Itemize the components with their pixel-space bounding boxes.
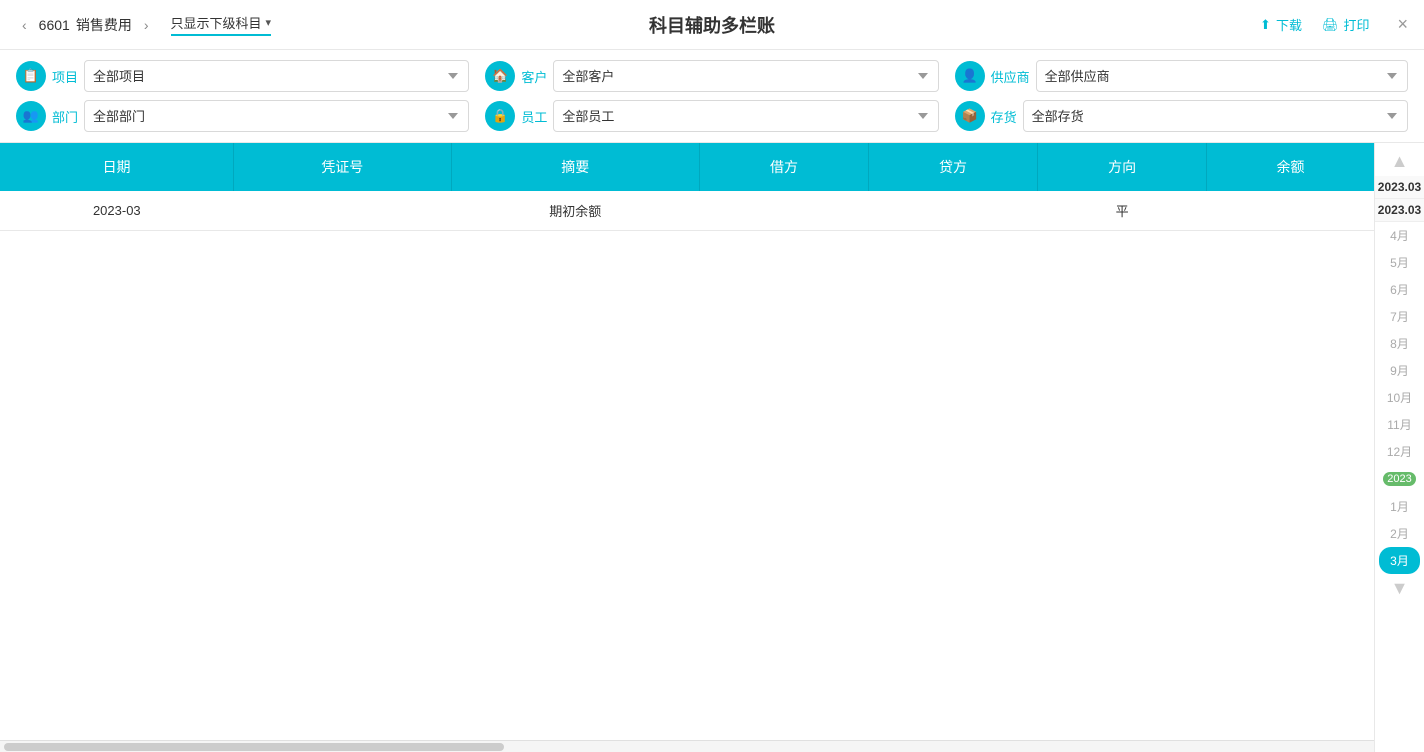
year-label: 2023 [1383,472,1415,486]
th-summary: 摘要 [451,143,699,191]
sidebar-month-8[interactable]: 8月 [1375,330,1424,357]
filter-item-supplier: 👤 供应商 全部供应商 [955,60,1408,92]
sidebar-period-2023-03-top[interactable]: 2023.03 [1375,176,1424,199]
scrollbar-thumb[interactable] [4,743,504,751]
employee-select[interactable]: 全部员工 [553,100,938,132]
sidebar-month-7[interactable]: 7月 [1375,303,1424,330]
customer-select[interactable]: 全部客户 [553,60,938,92]
account-name: 销售费用 [76,15,132,35]
th-credit: 贷方 [869,143,1038,191]
filter-item-inventory: 📦 存货 全部存货 [955,100,1408,132]
project-icon: 📋 [16,61,46,91]
cell-date: 2023-03 [0,191,234,231]
th-direction: 方向 [1038,143,1207,191]
sidebar-month-5[interactable]: 5月 [1375,249,1424,276]
inventory-icon: 📦 [955,101,985,131]
close-button[interactable]: × [1397,14,1408,35]
page-title: 科目辅助多栏账 [649,12,775,38]
sidebar-month-6[interactable]: 6月 [1375,276,1424,303]
data-table: 日期 凭证号 摘要 借方 贷方 方向 余额 2023-03 [0,143,1374,231]
sidebar-month-1[interactable]: 1月 [1375,493,1424,520]
supplier-label: 供应商 [991,67,1030,86]
cell-balance [1207,191,1374,231]
supplier-icon: 👤 [955,61,985,91]
filter-item-customer: 🏠 客户 全部客户 [485,60,938,92]
th-date: 日期 [0,143,234,191]
project-label: 项目 [52,67,78,86]
filter-item-project: 📋 项目 全部项目 [16,60,469,92]
employee-icon: 🔒 [485,101,515,131]
department-label: 部门 [52,107,78,126]
download-icon: ⬆ [1260,17,1271,33]
inventory-select[interactable]: 全部存货 [1023,100,1408,132]
nav-prev-button[interactable]: ‹ [16,15,33,35]
print-icon: 🖨 [1322,17,1339,33]
sidebar-year-badge: 2023 [1375,465,1424,493]
th-balance: 余额 [1207,143,1374,191]
inventory-label: 存货 [991,107,1017,126]
right-sidebar: ▲ 2023.03 2023.03 4月 5月 6月 7月 8月 9月 10月 … [1374,143,1424,752]
table-header-row: 日期 凭证号 摘要 借方 贷方 方向 余额 [0,143,1374,191]
show-sub-toggle[interactable]: 只显示下级科目 ▾ [171,13,272,36]
sidebar-down-button[interactable]: ▼ [1375,574,1424,603]
filter-row-2: 👥 部门 全部部门 🔒 员工 全部员工 📦 存货 全部存货 [16,100,1408,132]
cell-voucher [234,191,451,231]
sidebar-month-10[interactable]: 10月 [1375,384,1424,411]
department-icon: 👥 [16,101,46,131]
nav-area: ‹ 6601 销售费用 › [16,15,155,35]
print-button[interactable]: 🖨 打印 [1322,15,1370,34]
customer-icon: 🏠 [485,61,515,91]
main-area: 日期 凭证号 摘要 借方 贷方 方向 余额 2023-03 [0,143,1424,752]
sidebar-month-12[interactable]: 12月 [1375,438,1424,465]
sidebar-up-button[interactable]: ▲ [1375,147,1424,176]
cell-credit [869,191,1038,231]
horizontal-scrollbar[interactable] [0,740,1374,752]
sidebar-month-2[interactable]: 2月 [1375,520,1424,547]
sidebar-month-4[interactable]: 4月 [1375,222,1424,249]
filter-item-department: 👥 部门 全部部门 [16,100,469,132]
table-row: 2023-03 期初余额 平 [0,191,1374,231]
employee-label: 员工 [521,107,547,126]
nav-next-button[interactable]: › [138,15,155,35]
project-select[interactable]: 全部项目 [84,60,469,92]
cell-debit [699,191,868,231]
main-window: ‹ 6601 销售费用 › 只显示下级科目 ▾ 科目辅助多栏账 ⬆ 下载 🖨 打… [0,0,1424,752]
download-label: 下载 [1276,15,1302,34]
th-voucher: 凭证号 [234,143,451,191]
th-debit: 借方 [699,143,868,191]
sidebar-period-2023-03-sub[interactable]: 2023.03 [1375,199,1424,222]
title-bar: ‹ 6601 销售费用 › 只显示下级科目 ▾ 科目辅助多栏账 ⬆ 下载 🖨 打… [0,0,1424,50]
filter-area: 📋 项目 全部项目 🏠 客户 全部客户 👤 供应商 全部供应商 [0,50,1424,143]
download-button[interactable]: ⬆ 下载 [1260,15,1302,34]
table-area: 日期 凭证号 摘要 借方 贷方 方向 余额 2023-03 [0,143,1374,740]
cell-direction: 平 [1038,191,1207,231]
print-label: 打印 [1343,15,1369,34]
filter-row-1: 📋 项目 全部项目 🏠 客户 全部客户 👤 供应商 全部供应商 [16,60,1408,92]
department-select[interactable]: 全部部门 [84,100,469,132]
filter-item-employee: 🔒 员工 全部员工 [485,100,938,132]
customer-label: 客户 [521,67,547,86]
sidebar-month-11[interactable]: 11月 [1375,411,1424,438]
chevron-down-icon: ▾ [266,16,272,29]
account-code: 6601 [39,17,70,33]
actions-area: ⬆ 下载 🖨 打印 × [1260,14,1408,35]
sidebar-month-9[interactable]: 9月 [1375,357,1424,384]
cell-summary: 期初余额 [451,191,699,231]
supplier-select[interactable]: 全部供应商 [1036,60,1408,92]
show-sub-label: 只显示下级科目 [171,13,262,32]
sidebar-month-3-active[interactable]: 3月 [1379,547,1420,574]
